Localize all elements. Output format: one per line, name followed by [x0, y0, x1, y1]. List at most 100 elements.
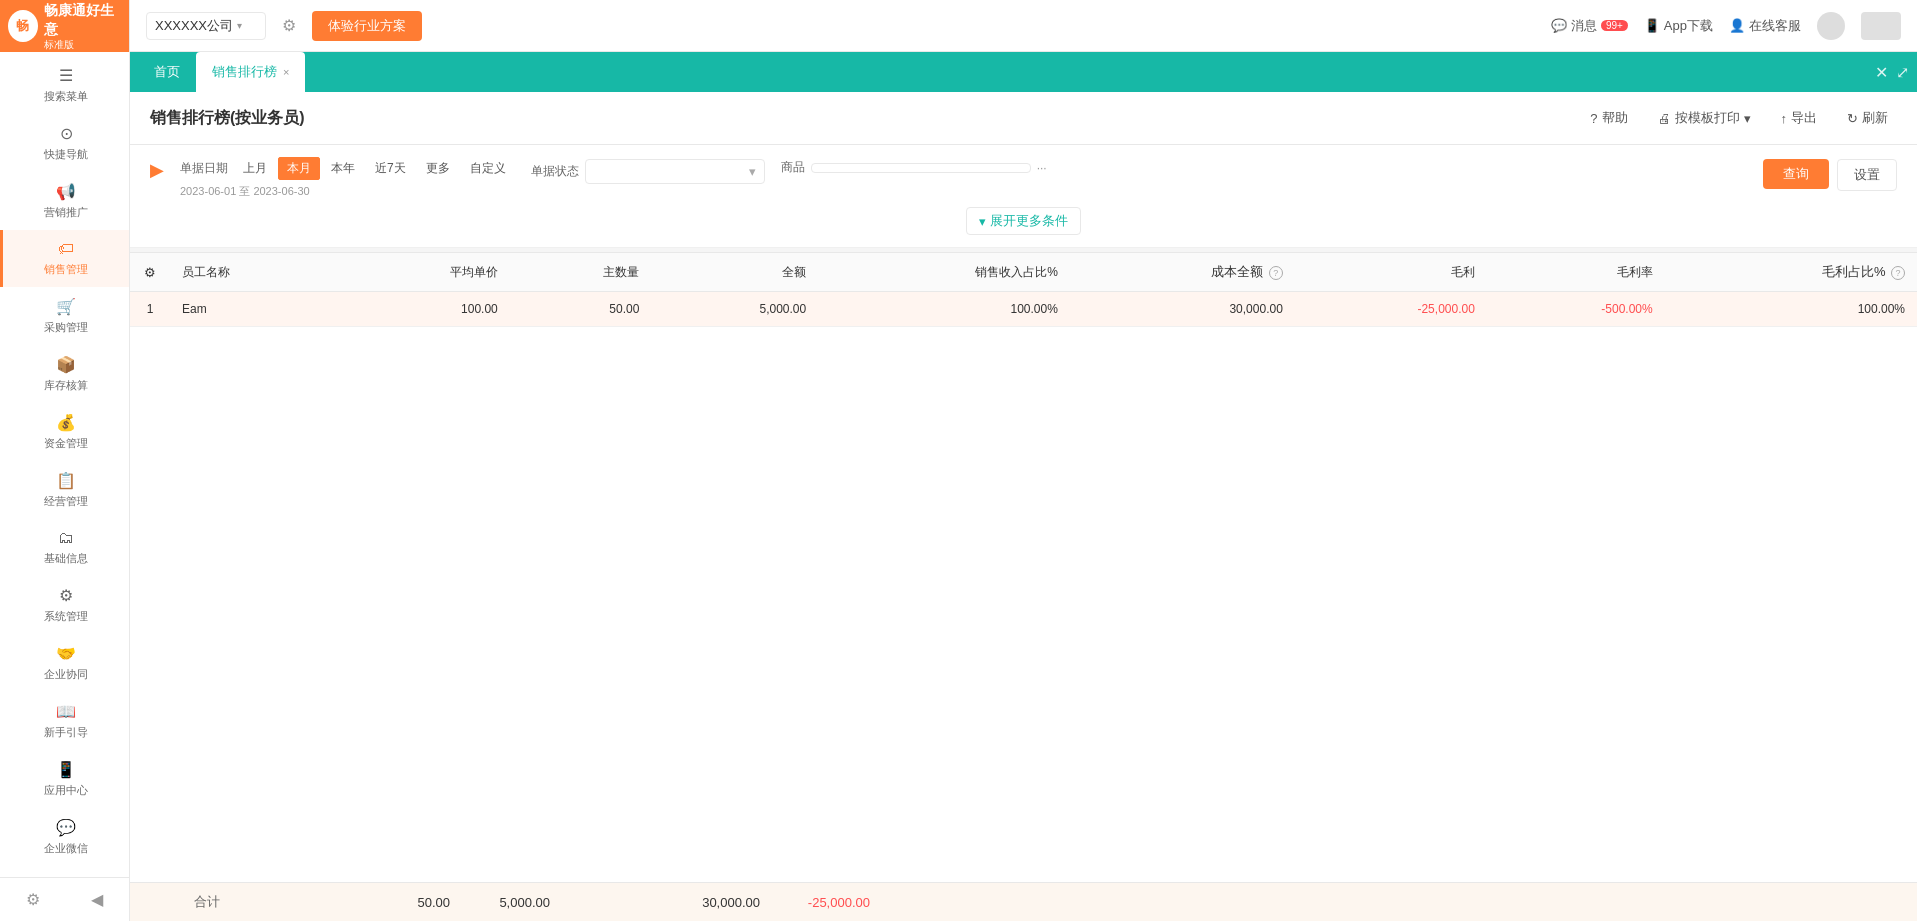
wechat-icon: 💬 [56, 818, 76, 837]
sidebar-item-collab[interactable]: 🤝 企业协同 [0, 634, 129, 692]
tab-close-icon[interactable]: × [283, 66, 289, 78]
guide-icon: 📖 [56, 702, 76, 721]
tab-sales-ranking[interactable]: 销售排行榜 × [196, 52, 305, 92]
sidebar-item-appstore[interactable]: 📱 应用中心 [0, 750, 129, 808]
user-name-placeholder [1861, 12, 1901, 40]
col-cost-header: 成本全额 ? [1070, 253, 1295, 292]
header-right: 💬 消息 99+ 📱 App下载 👤 在线客服 [1551, 12, 1901, 40]
tab-close-window-btn[interactable]: ✕ [1875, 63, 1888, 82]
col-sales-pct-header: 销售收入占比% [818, 253, 1070, 292]
sidebar-item-operations[interactable]: 📋 经营管理 [0, 461, 129, 519]
sales-icon: 🏷 [58, 240, 74, 258]
table-row: 1Eam100.0050.005,000.00100.00%30,000.00-… [130, 292, 1917, 327]
footer-cost: 30,000.00 [662, 895, 772, 910]
expand-more-row: ▾ 展开更多条件 [150, 207, 1897, 235]
sidebar-item-member[interactable]: V 畅会员 [0, 866, 129, 877]
sidebar-item-inventory[interactable]: 📦 库存核算 [0, 345, 129, 403]
table-settings-icon[interactable]: ⚙ [144, 265, 156, 280]
sidebar: 畅 畅康通好生意 标准版 ☰ 搜索菜单 ⊙ 快捷导航 📢 营销推广 🏷 销售管理… [0, 0, 130, 921]
date-tabs: 上月 本月 本年 近7天 更多 自定义 [234, 157, 515, 180]
date-tab-last-7days[interactable]: 近7天 [366, 157, 415, 180]
sidebar-item-sales[interactable]: 🏷 销售管理 [0, 230, 129, 287]
header-settings-icon[interactable]: ⚙ [282, 16, 296, 35]
shortcut-icon: ⊙ [60, 124, 73, 143]
table-container[interactable]: ⚙ 员工名称 平均单价 主数量 全额 销售收入占比% 成本全额 ? 毛利 [130, 252, 1917, 882]
settings-button[interactable]: 设置 [1837, 159, 1897, 191]
tab-maximize-btn[interactable]: ⤢ [1896, 63, 1909, 82]
help-btn[interactable]: ? 帮助 [1581, 104, 1636, 132]
sidebar-logo: 畅 畅康通好生意 标准版 [0, 0, 129, 52]
company-selector[interactable]: XXXXXX公司 ▾ [146, 12, 266, 40]
user-avatar[interactable] [1817, 12, 1845, 40]
expand-more-btn[interactable]: ▾ 展开更多条件 [966, 207, 1081, 235]
filter-expand-arrow[interactable]: ▶ [150, 159, 164, 181]
date-tab-last-month[interactable]: 上月 [234, 157, 276, 180]
footer-qty: 50.00 [382, 895, 462, 910]
col-profit-header: 毛利 [1295, 253, 1487, 292]
template-print-btn[interactable]: 🖨 按模板打印 ▾ [1649, 104, 1760, 132]
more-filter-btn[interactable]: ··· [1037, 161, 1047, 175]
date-tab-this-month[interactable]: 本月 [278, 157, 320, 180]
trial-button[interactable]: 体验行业方案 [312, 11, 422, 41]
system-icon: ⚙ [59, 586, 73, 605]
sidebar-item-shortcut[interactable]: ⊙ 快捷导航 [0, 114, 129, 172]
content-area: 销售排行榜(按业务员) ? 帮助 🖨 按模板打印 ▾ ↑ 导出 [130, 92, 1917, 921]
status-dropdown-arrow: ▾ [749, 164, 756, 179]
col-settings[interactable]: ⚙ [130, 253, 170, 292]
status-filter-group: 单据状态 ▾ [531, 159, 765, 184]
logo-icon: 畅 [8, 10, 38, 42]
app-download-btn[interactable]: 📱 App下载 [1644, 17, 1713, 35]
page-title-row: 销售排行榜(按业务员) ? 帮助 🖨 按模板打印 ▾ ↑ 导出 [150, 104, 1897, 132]
col-name-header: 员工名称 [170, 253, 340, 292]
status-select[interactable]: ▾ [585, 159, 765, 184]
sidebar-item-basic[interactable]: 🗂 基础信息 [0, 519, 129, 576]
marketing-icon: 📢 [56, 182, 76, 201]
tab-home[interactable]: 首页 [138, 52, 196, 92]
tab-bar-right: ✕ ⤢ [1875, 63, 1909, 82]
date-range-display: 2023-06-01 至 2023-06-30 [180, 184, 515, 199]
sidebar-settings-btn[interactable]: ⚙ [22, 886, 44, 913]
filter-area: ▶ 单据日期 上月 本月 本年 近7天 更多 自定义 [130, 145, 1917, 248]
goods-input[interactable] [811, 163, 1031, 173]
page-header: 销售排行榜(按业务员) ? 帮助 🖨 按模板打印 ▾ ↑ 导出 [130, 92, 1917, 145]
date-tab-more[interactable]: 更多 [417, 157, 459, 180]
goods-filter-group: 商品 ··· [781, 159, 1047, 176]
sidebar-item-finance[interactable]: 💰 资金管理 [0, 403, 129, 461]
company-dropdown-arrow: ▾ [237, 20, 242, 31]
footer-amount: 5,000.00 [462, 895, 562, 910]
sidebar-item-purchase[interactable]: 🛒 采购管理 [0, 287, 129, 345]
date-tab-this-year[interactable]: 本年 [322, 157, 364, 180]
profit-pct-info-icon[interactable]: ? [1891, 266, 1905, 280]
sidebar-item-search[interactable]: ☰ 搜索菜单 [0, 56, 129, 114]
export-btn[interactable]: ↑ 导出 [1772, 104, 1827, 132]
print-arrow-icon: ▾ [1744, 111, 1751, 126]
service-icon: 👤 [1729, 18, 1745, 33]
message-badge: 99+ [1601, 20, 1628, 31]
sidebar-item-marketing[interactable]: 📢 营销推广 [0, 172, 129, 230]
date-tab-custom[interactable]: 自定义 [461, 157, 515, 180]
footer-label: 合计 [182, 893, 302, 911]
top-header: XXXXXX公司 ▾ ⚙ 体验行业方案 💬 消息 99+ 📱 App下载 👤 在… [130, 0, 1917, 52]
col-avg-price-header: 平均单价 [340, 253, 510, 292]
query-button[interactable]: 查询 [1763, 159, 1829, 189]
page-title: 销售排行榜(按业务员) [150, 108, 305, 129]
finance-icon: 💰 [56, 413, 76, 432]
inventory-icon: 📦 [56, 355, 76, 374]
online-service-btn[interactable]: 👤 在线客服 [1729, 17, 1801, 35]
sidebar-item-wechat[interactable]: 💬 企业微信 [0, 808, 129, 866]
data-table: ⚙ 员工名称 平均单价 主数量 全额 销售收入占比% 成本全额 ? 毛利 [130, 252, 1917, 327]
basic-icon: 🗂 [58, 529, 74, 547]
date-filter-row: 单据日期 上月 本月 本年 近7天 更多 自定义 [180, 157, 515, 180]
refresh-btn[interactable]: ↻ 刷新 [1838, 104, 1897, 132]
message-icon: 💬 [1551, 18, 1567, 33]
sidebar-item-system[interactable]: ⚙ 系统管理 [0, 576, 129, 634]
print-icon: 🖨 [1658, 111, 1671, 126]
download-icon: 📱 [1644, 18, 1660, 33]
page-actions: ? 帮助 🖨 按模板打印 ▾ ↑ 导出 ↻ 刷新 [1581, 104, 1897, 132]
search-menu-icon: ☰ [59, 66, 73, 85]
sidebar-item-guide[interactable]: 📖 新手引导 [0, 692, 129, 750]
cost-info-icon[interactable]: ? [1269, 266, 1283, 280]
message-btn[interactable]: 💬 消息 99+ [1551, 17, 1628, 35]
sidebar-collapse-btn[interactable]: ◀ [87, 886, 107, 913]
date-filter-group: 单据日期 上月 本月 本年 近7天 更多 自定义 2023-06-01 至 20… [180, 157, 515, 199]
